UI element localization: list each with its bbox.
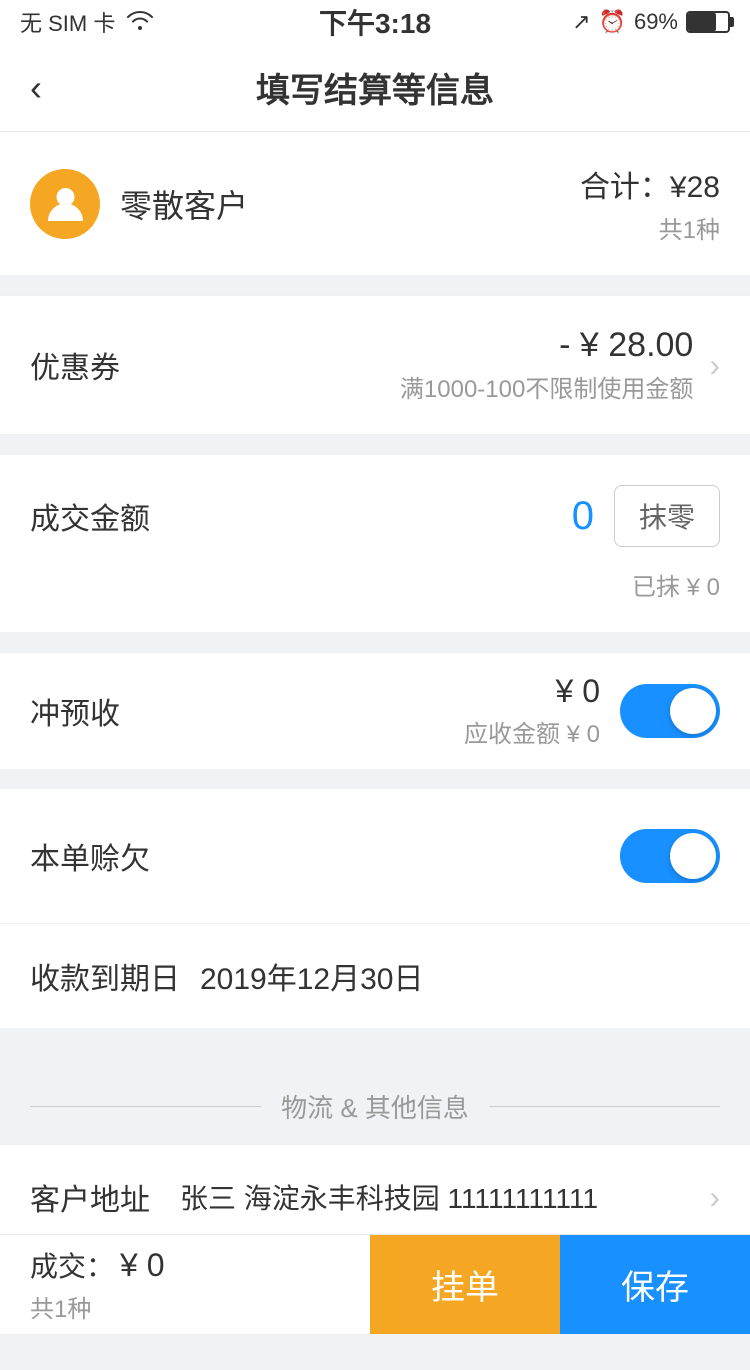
logistics-divider-right xyxy=(489,1106,720,1107)
alarm-icon: ⏰ xyxy=(599,9,626,35)
debt-row: 本单赊欠 xyxy=(0,789,750,923)
debt-toggle[interactable] xyxy=(620,829,720,883)
customer-row: 零散客户 合计：¥28 共1种 xyxy=(0,132,750,275)
status-time: 下午3:18 xyxy=(319,2,431,42)
battery-icon xyxy=(686,11,730,33)
wifi-icon xyxy=(125,8,155,36)
save-button[interactable]: 保存 xyxy=(560,1235,750,1334)
total-count: 共1种 xyxy=(580,210,720,245)
battery-percent: 69% xyxy=(634,9,678,35)
deal-amount-right: 0 抹零 xyxy=(572,485,720,547)
avatar xyxy=(30,169,100,239)
section-divider xyxy=(0,1048,750,1068)
logistics-divider-left xyxy=(30,1106,261,1107)
prepaid-toggle[interactable] xyxy=(620,684,720,738)
prepaid-label: 冲预收 xyxy=(30,689,120,733)
bottom-deal-value: ¥ 0 xyxy=(120,1247,164,1284)
address-label: 客户地址 xyxy=(30,1175,150,1219)
location-icon: ↗ xyxy=(572,9,590,35)
debt-label: 本单赊欠 xyxy=(30,834,150,878)
address-value: 张三 海淀永丰科技园 11111111111 xyxy=(180,1177,699,1217)
prepaid-right: ¥ 0 应收金额 ¥ 0 xyxy=(464,673,720,749)
prepaid-row: 冲预收 ¥ 0 应收金额 ¥ 0 xyxy=(0,652,750,769)
coupon-section[interactable]: 优惠券 - ¥ 28.00 满1000-100不限制使用金额 › xyxy=(0,295,750,434)
logistics-header: 物流 & 其他信息 xyxy=(0,1068,750,1145)
bottom-count: 共1种 xyxy=(30,1289,340,1324)
nav-bar: ‹ 填写结算等信息 xyxy=(0,44,750,132)
bottom-info: 成交： ¥ 0 共1种 xyxy=(0,1235,370,1334)
bottom-deal-label: 成交： xyxy=(30,1245,114,1285)
sim-label: 无 SIM 卡 xyxy=(20,6,115,38)
deal-amount-value: 0 xyxy=(572,494,594,539)
customer-total: 合计：¥28 共1种 xyxy=(580,162,720,245)
coupon-amount-block: - ¥ 28.00 满1000-100不限制使用金额 xyxy=(400,326,693,404)
due-date-value: 2019年12月30日 xyxy=(200,954,423,998)
chevron-right-icon: › xyxy=(709,347,720,384)
debt-section: 本单赊欠 收款到期日 2019年12月30日 xyxy=(0,789,750,1028)
status-left: 无 SIM 卡 xyxy=(20,6,155,38)
address-chevron-icon: › xyxy=(709,1179,720,1216)
coupon-desc: 满1000-100不限制使用金额 xyxy=(400,369,693,404)
logistics-label: 物流 & 其他信息 xyxy=(281,1088,469,1125)
customer-section: 零散客户 合计：¥28 共1种 xyxy=(0,132,750,275)
deal-amount-label: 成交金额 xyxy=(30,494,150,538)
coupon-row[interactable]: 优惠券 - ¥ 28.00 满1000-100不限制使用金额 › xyxy=(0,295,750,434)
status-right: ↗ ⏰ 69% xyxy=(572,9,730,35)
round-zero-button[interactable]: 抹零 xyxy=(614,485,720,547)
prepaid-section: 冲预收 ¥ 0 应收金额 ¥ 0 xyxy=(0,652,750,769)
status-bar: 无 SIM 卡 下午3:18 ↗ ⏰ 69% xyxy=(0,0,750,44)
deal-section: 成交金额 0 抹零 已抹 ¥ 0 xyxy=(0,454,750,632)
prepaid-sub: 应收金额 ¥ 0 xyxy=(464,714,600,749)
hang-order-button[interactable]: 挂单 xyxy=(370,1235,560,1334)
prepaid-value: ¥ 0 xyxy=(464,673,600,710)
deal-sub-label: 已抹 ¥ 0 xyxy=(0,567,750,632)
coupon-amount: - ¥ 28.00 xyxy=(400,326,693,365)
bottom-deal-row: 成交： ¥ 0 xyxy=(30,1245,340,1285)
customer-name: 零散客户 xyxy=(120,181,248,227)
bottom-bar: 成交： ¥ 0 共1种 挂单 保存 xyxy=(0,1234,750,1334)
coupon-right: - ¥ 28.00 满1000-100不限制使用金额 › xyxy=(400,326,720,404)
logistics-header-inner: 物流 & 其他信息 xyxy=(30,1088,720,1125)
total-amount: 合计：¥28 xyxy=(580,162,720,206)
coupon-label: 优惠券 xyxy=(30,343,120,387)
back-button[interactable]: ‹ xyxy=(20,57,52,119)
prepaid-amounts: ¥ 0 应收金额 ¥ 0 xyxy=(464,673,600,749)
deal-amount-row: 成交金额 0 抹零 xyxy=(0,454,750,567)
page-title: 填写结算等信息 xyxy=(256,63,494,112)
customer-info: 零散客户 xyxy=(30,169,248,239)
due-date-label: 收款到期日 xyxy=(30,954,180,998)
due-date-row: 收款到期日 2019年12月30日 xyxy=(0,923,750,1028)
